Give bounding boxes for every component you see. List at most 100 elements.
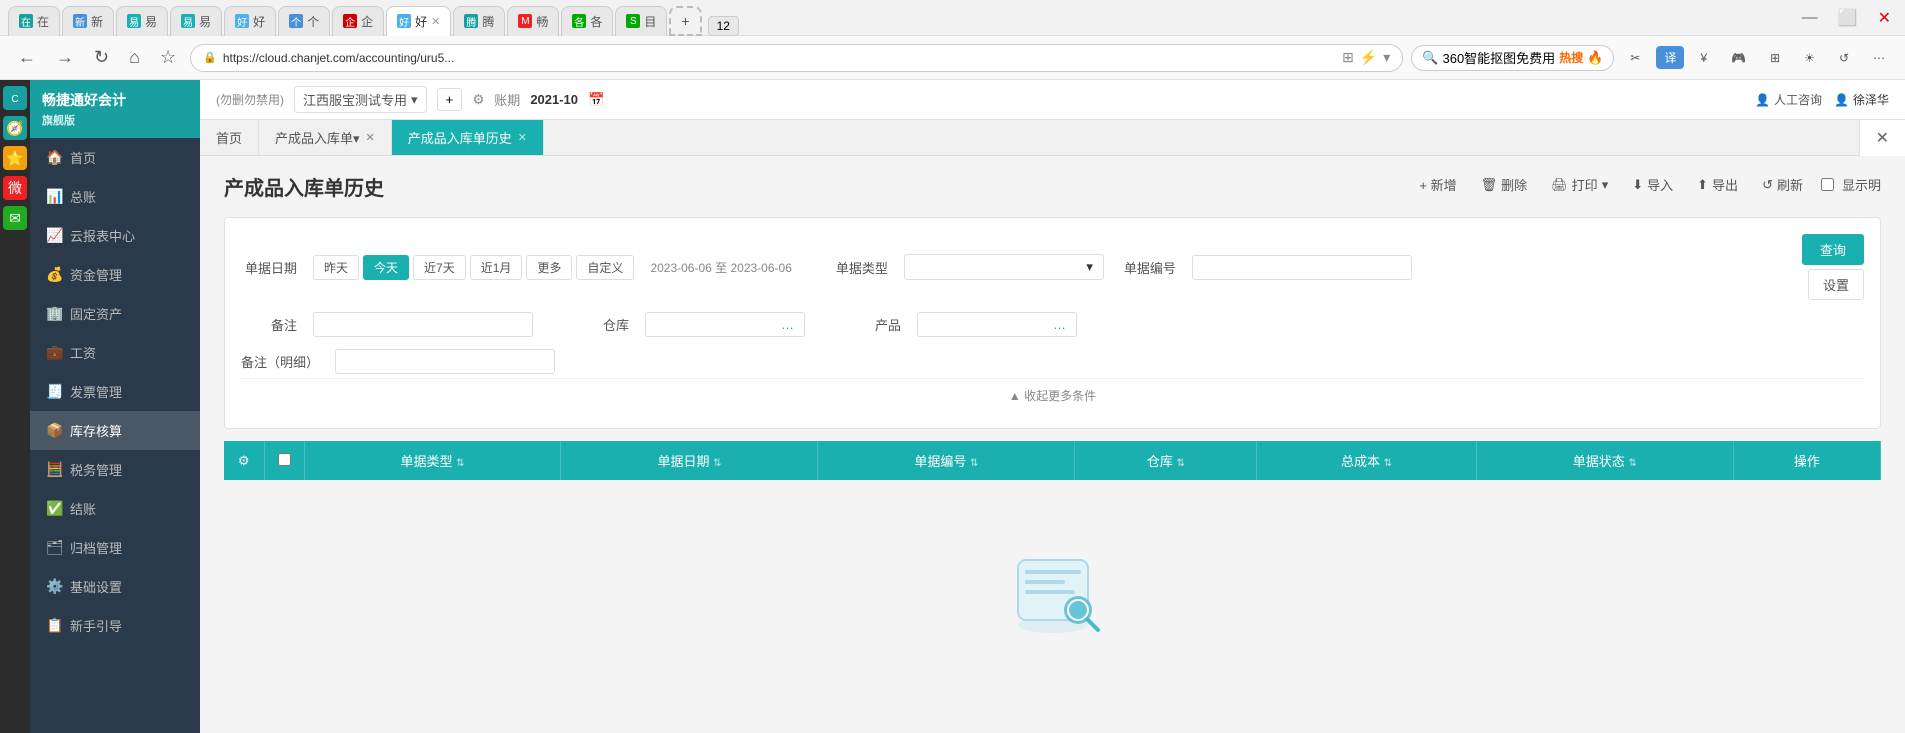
page-tab-history-close[interactable]: ✕ — [518, 131, 527, 144]
sidebar-item-payroll[interactable]: 💼 工资 — [30, 333, 200, 372]
query-btn[interactable]: 查询 — [1802, 234, 1864, 265]
table-col-check[interactable] — [264, 441, 304, 480]
currency-btn[interactable]: ¥ — [1692, 47, 1715, 69]
filter-collapse-btn[interactable]: ▲ 收起更多条件 — [241, 378, 1864, 412]
remark-detail-filter-input[interactable] — [335, 349, 555, 374]
add-company-btn[interactable]: + — [437, 88, 463, 111]
app-bar-icon-nav[interactable]: 🧭 — [3, 116, 27, 140]
sidebar-item-checkout[interactable]: ✅ 结账 — [30, 489, 200, 528]
sidebar-item-assets[interactable]: 🏢 固定资产 — [30, 294, 200, 333]
game-btn[interactable]: 🎮 — [1723, 47, 1754, 69]
refresh-action-btn[interactable]: ↺ 刷新 — [1756, 172, 1809, 197]
search-box[interactable]: 🔍 360智能抠图免费用 热搜 🔥 — [1411, 45, 1614, 71]
delete-btn[interactable]: 🗑 删除 — [1475, 172, 1534, 197]
company-selector[interactable]: 江西服宝测试专用 ▾ — [294, 86, 427, 113]
app-bar-icon-weibo[interactable]: 微 — [3, 176, 27, 200]
panel-close-btn[interactable]: ✕ — [1859, 120, 1905, 156]
display-checkbox[interactable] — [1821, 178, 1834, 191]
browser-tab-1[interactable]: 新 新 — [62, 6, 114, 36]
date-btn-custom[interactable]: 自定义 — [576, 255, 634, 280]
import-icon: ⬇ — [1632, 177, 1643, 193]
app-bar-logo[interactable]: C — [3, 86, 27, 110]
sidebar-item-settings[interactable]: ⚙️ 基础设置 — [30, 567, 200, 606]
warehouse-filter-select[interactable]: … — [645, 312, 805, 337]
user-avatar[interactable]: 👤 徐泽华 — [1834, 91, 1889, 108]
sidebar-item-cash[interactable]: 💰 资金管理 — [30, 255, 200, 294]
browser-tab-10[interactable]: 各 各 — [561, 6, 613, 36]
type-filter-select[interactable]: ▾ — [904, 254, 1104, 280]
new-tab-btn[interactable]: + — [669, 6, 701, 36]
close-panel-icon[interactable]: ✕ — [1876, 128, 1889, 148]
date-btn-today[interactable]: 今天 — [363, 255, 409, 280]
grid-view-btn[interactable]: ⊞ — [1762, 47, 1788, 69]
sidebar-item-ledger[interactable]: 📊 总账 — [30, 177, 200, 216]
table-col-cost[interactable]: 总成本 ⇅ — [1257, 441, 1476, 480]
undo-btn[interactable]: ↺ — [1831, 47, 1857, 69]
home-btn[interactable]: ⌂ — [123, 43, 146, 72]
browser-tab-7[interactable]: 好 好 ✕ — [386, 6, 451, 36]
browser-tab-6[interactable]: 企 企 — [332, 6, 384, 36]
export-btn[interactable]: ⬆ 导出 — [1691, 172, 1744, 197]
browser-tab-8[interactable]: 腾 腾 — [453, 6, 505, 36]
sidebar-item-inventory[interactable]: 📦 库存核算 — [30, 411, 200, 450]
table-col-number[interactable]: 单据编号 ⇅ — [818, 441, 1075, 480]
app-bar-icon-star[interactable]: ⭐ — [3, 146, 27, 170]
browser-tab-11[interactable]: S 目 — [615, 6, 667, 36]
date-btn-yesterday[interactable]: 昨天 — [313, 255, 359, 280]
minimize-btn[interactable]: — — [1796, 7, 1824, 29]
browser-tab-3[interactable]: 易 易 — [170, 6, 222, 36]
address-bar[interactable]: 🔒 https://cloud.chanjet.com/accounting/u… — [190, 44, 1403, 72]
date-btn-7days[interactable]: 近7天 — [413, 255, 466, 280]
user-service-btn[interactable]: 👤 人工咨询 — [1755, 91, 1822, 108]
theme-btn[interactable]: ☀ — [1796, 47, 1823, 69]
product-filter-select[interactable]: … — [917, 312, 1077, 337]
translate-btn[interactable]: 译 — [1656, 46, 1684, 69]
lightning-icon[interactable]: ⚡ — [1360, 49, 1377, 66]
select-all-checkbox[interactable] — [278, 453, 291, 466]
page-tab-list[interactable]: 产成品入库单▾ ✕ — [259, 120, 392, 155]
table-col-gear[interactable]: ⚙ — [224, 441, 264, 480]
table-col-date[interactable]: 单据日期 ⇅ — [561, 441, 818, 480]
date-btn-more[interactable]: 更多 — [526, 255, 572, 280]
warehouse-dots[interactable]: … — [781, 317, 794, 332]
sidebar-item-tax[interactable]: 🧮 税务管理 — [30, 450, 200, 489]
page-tab-home[interactable]: 首页 — [200, 120, 259, 155]
maximize-btn[interactable]: ⬜ — [1832, 6, 1864, 30]
browser-tab-2[interactable]: 易 易 — [116, 6, 168, 36]
print-btn[interactable]: 🖨 打印 ▾ — [1545, 172, 1614, 197]
calendar-icon-btn[interactable]: 📅 — [588, 92, 605, 108]
sidebar-item-guide[interactable]: 📋 新手引导 — [30, 606, 200, 645]
sidebar-item-archive[interactable]: 🗂 归档管理 — [30, 528, 200, 567]
browser-tab-0[interactable]: 在 在 — [8, 6, 60, 36]
remark-filter-input[interactable] — [313, 312, 533, 337]
back-btn[interactable]: ← — [12, 43, 42, 72]
grid-icon[interactable]: ⊞ — [1342, 49, 1354, 66]
table-col-warehouse[interactable]: 仓库 ⇅ — [1075, 441, 1257, 480]
scissors-btn[interactable]: ✂ — [1622, 47, 1648, 69]
browser-tab-9[interactable]: M 畅 — [507, 6, 559, 36]
table-col-status[interactable]: 单据状态 ⇅ — [1476, 441, 1733, 480]
setting-btn[interactable]: 设置 — [1808, 269, 1864, 300]
chevron-down-icon[interactable]: ▾ — [1383, 49, 1390, 66]
table-col-type[interactable]: 单据类型 ⇅ — [304, 441, 561, 480]
tab-close-7[interactable]: ✕ — [431, 15, 440, 28]
sidebar-item-invoice[interactable]: 🧾 发票管理 — [30, 372, 200, 411]
settings-icon-btn[interactable]: ⚙ — [472, 92, 484, 108]
bookmark-btn[interactable]: ☆ — [154, 43, 182, 72]
browser-tab-4[interactable]: 好 好 — [224, 6, 276, 36]
browser-tab-5[interactable]: 个 个 — [278, 6, 330, 36]
sidebar-item-home[interactable]: 🏠 首页 — [30, 138, 200, 177]
date-btn-1month[interactable]: 近1月 — [470, 255, 523, 280]
number-filter-input[interactable] — [1192, 255, 1412, 280]
sidebar-item-cloud-report[interactable]: 📈 云报表中心 — [30, 216, 200, 255]
import-btn[interactable]: ⬇ 导入 — [1626, 172, 1679, 197]
refresh-btn[interactable]: ↻ — [88, 43, 115, 72]
add-btn[interactable]: + 新增 — [1413, 172, 1462, 197]
app-bar-icon-mail[interactable]: ✉ — [3, 206, 27, 230]
more-btn[interactable]: ⋯ — [1865, 47, 1893, 69]
page-tab-list-close[interactable]: ✕ — [366, 131, 375, 144]
product-dots[interactable]: … — [1053, 317, 1066, 332]
forward-btn[interactable]: → — [50, 43, 80, 72]
page-tab-history[interactable]: 产成品入库单历史 ✕ — [392, 120, 544, 155]
close-btn[interactable]: ✕ — [1872, 6, 1897, 30]
